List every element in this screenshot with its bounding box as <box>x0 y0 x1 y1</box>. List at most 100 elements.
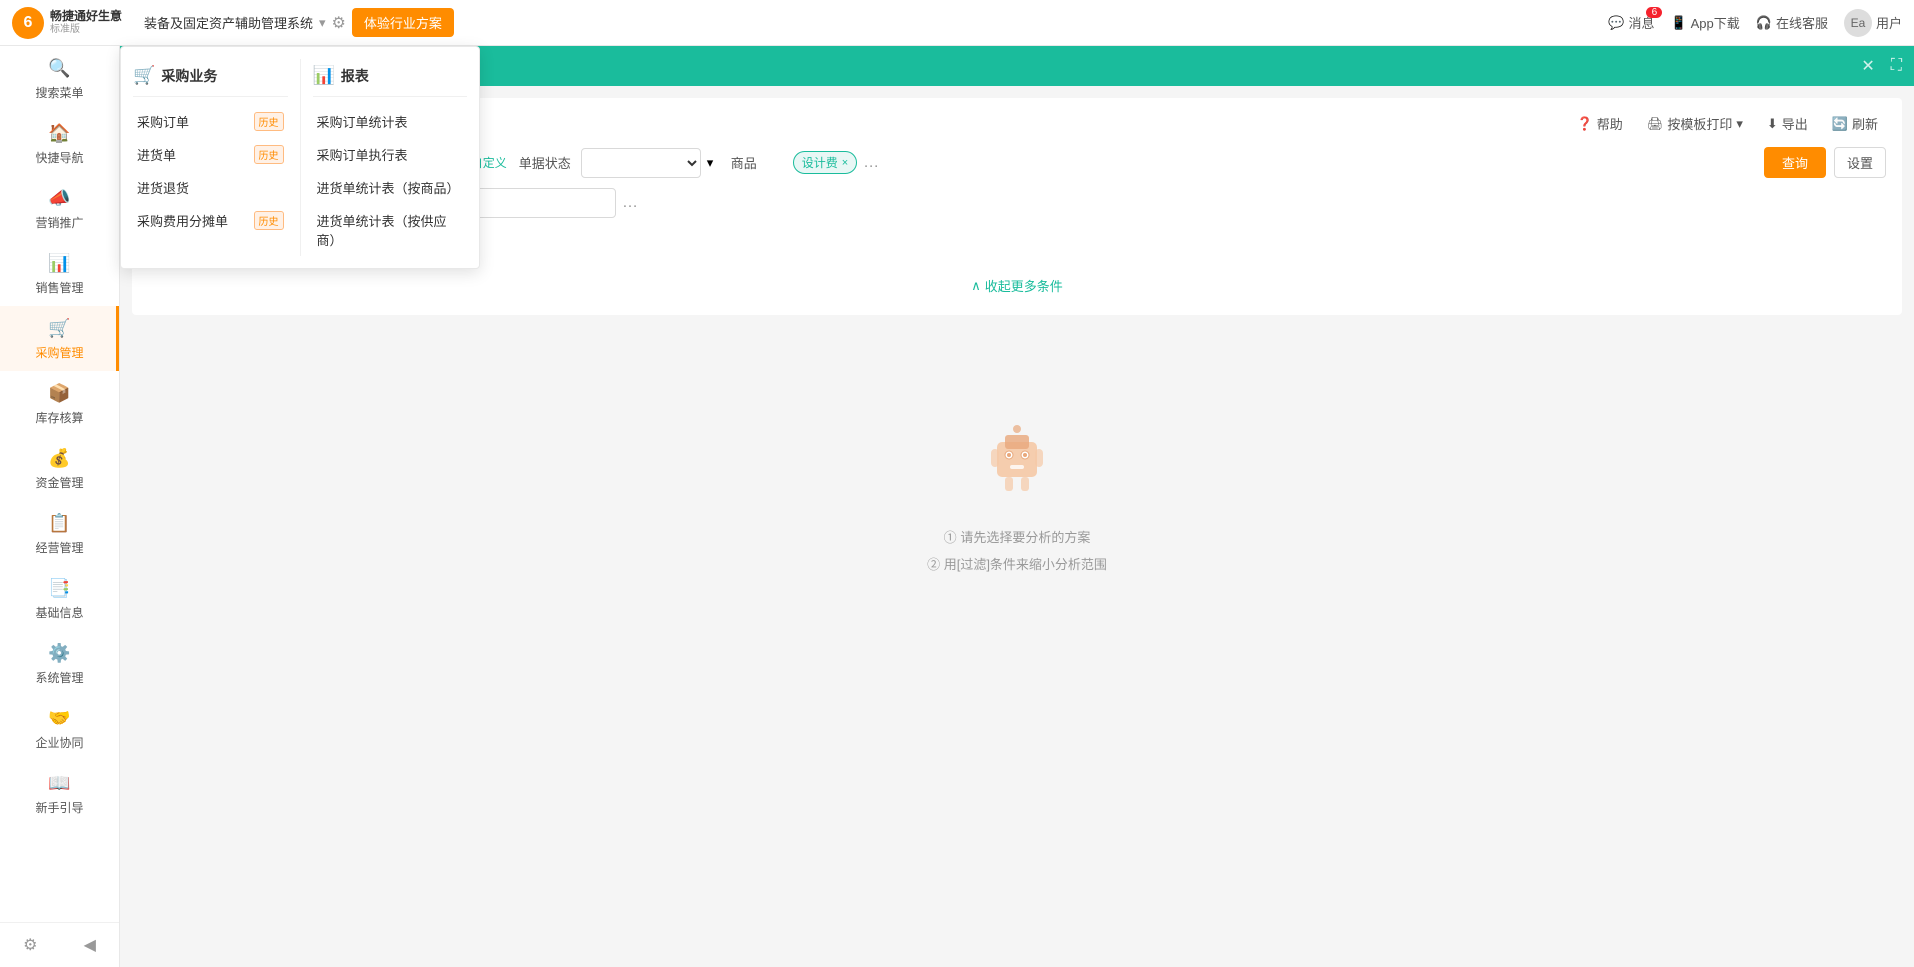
messages-button[interactable]: 💬 消息 6 <box>1608 13 1654 32</box>
phone-icon: 📱 <box>1670 15 1686 31</box>
goods-tag: 设计费 × <box>793 151 857 174</box>
sys-title-dropdown-icon[interactable]: ▾ <box>319 15 326 31</box>
dropdown-item-inbound-stats-supplier[interactable]: 进货单统计表（按供应商） <box>313 204 468 256</box>
logo-icon: 6 <box>12 7 44 39</box>
purchase-icon: 🛒 <box>48 316 72 340</box>
logo-area: 6 畅捷通好生意 标准版 <box>12 7 132 39</box>
collapse-up-icon: ∧ <box>971 278 981 294</box>
sidebar-bottom: ⚙ ◀ <box>0 922 119 967</box>
inbound-return-label: 进货退货 <box>137 178 189 197</box>
operations-icon: 📋 <box>48 511 72 535</box>
sidebar-label-sales: 销售管理 <box>35 279 83 296</box>
refresh-icon: 🔄 <box>1832 116 1848 132</box>
avatar: Ea <box>1844 9 1872 37</box>
po-exec-label: 采购订单执行表 <box>317 145 408 164</box>
sidebar-item-operations[interactable]: 📋 经营管理 <box>0 501 119 566</box>
help-icon: ❓ <box>1577 116 1593 132</box>
export-button[interactable]: ⬇ 导出 <box>1759 110 1816 137</box>
sidebar-item-guide[interactable]: 📖 新手引导 <box>0 761 119 826</box>
headset-icon: 🎧 <box>1756 15 1772 31</box>
help-label: 帮助 <box>1597 114 1623 133</box>
print-icon: 🖨 <box>1647 116 1664 132</box>
purchase-expense-hist-badge: 历史 <box>254 211 284 230</box>
sidebar-label-marketing: 营销推广 <box>35 214 83 231</box>
filter-item-goods: 商品 设计费 × … <box>731 151 931 174</box>
help-button[interactable]: ❓ 帮助 <box>1569 110 1631 137</box>
query-button[interactable]: 查询 <box>1764 147 1826 178</box>
industry-solution-button[interactable]: 体验行业方案 <box>352 8 454 37</box>
inventory-icon: 📦 <box>48 381 72 405</box>
sidebar-label-system: 系统管理 <box>35 669 83 686</box>
refresh-label: 刷新 <box>1852 114 1878 133</box>
settings-icon[interactable]: ⚙ <box>332 13 346 33</box>
tip-number-1: ① <box>944 530 957 545</box>
tab-bar-close-icon[interactable]: ✕ <box>1857 52 1878 80</box>
dropdown-item-purchase-order[interactable]: 采购订单 历史 <box>133 105 288 138</box>
dropdown-col-purchase-business: 🛒 采购业务 采购订单 历史 进货单 历史 进货退货 采购费用分摊单 历史 <box>121 59 300 256</box>
settings-bottom-button[interactable]: ⚙ <box>19 931 41 959</box>
search-icon: 🔍 <box>48 56 72 80</box>
sidebar-item-enterprise[interactable]: 🤝 企业协同 <box>0 696 119 761</box>
sys-title-area: 装备及固定资产辅助管理系统 ▾ ⚙ 体验行业方案 <box>132 8 1608 37</box>
doc-status-select[interactable] <box>581 148 701 178</box>
dropdown-item-po-exec[interactable]: 采购订单执行表 <box>313 138 468 171</box>
online-service-label: 在线客服 <box>1776 13 1828 32</box>
sidebar-item-sales[interactable]: 📊 销售管理 <box>0 241 119 306</box>
goods-label: 商品 <box>731 153 787 172</box>
sidebar-item-marketing[interactable]: 📣 营销推广 <box>0 176 119 241</box>
messages-badge: 6 <box>1646 7 1662 18</box>
tab-bar-expand-icon[interactable]: ⛶ <box>1887 53 1906 79</box>
goods-more-button[interactable]: … <box>863 154 879 172</box>
logo-sub-text: 标准版 <box>50 24 122 36</box>
sidebar-item-search[interactable]: 🔍 搜索菜单 <box>0 46 119 111</box>
sidebar-label-search: 搜索菜单 <box>35 84 83 101</box>
user-label: 用户 <box>1876 13 1902 32</box>
refresh-button[interactable]: 🔄 刷新 <box>1824 110 1886 137</box>
dropdown-item-purchase-expense[interactable]: 采购费用分摊单 历史 <box>133 204 288 237</box>
sidebar-item-capital[interactable]: 💰 资金管理 <box>0 436 119 501</box>
header-right: 💬 消息 6 📱 App下载 🎧 在线客服 Ea 用户 <box>1608 9 1902 37</box>
collapse-more-button[interactable]: ∧ 收起更多条件 <box>148 268 1886 303</box>
dropdown-item-po-stats[interactable]: 采购订单统计表 <box>313 105 468 138</box>
print-template-button[interactable]: 🖨 按模板打印 ▾ <box>1639 110 1751 137</box>
toolbar-right: ❓ 帮助 🖨 按模板打印 ▾ ⬇ 导出 🔄 <box>1569 110 1886 137</box>
purchase-business-icon: 🛒 <box>133 65 155 86</box>
goods-tag-close[interactable]: × <box>842 157 848 169</box>
collapse-sidebar-button[interactable]: ◀ <box>80 931 100 959</box>
purchase-business-title: 🛒 采购业务 <box>133 59 288 97</box>
inbound-hist-badge: 历史 <box>254 145 284 164</box>
guide-icon: 📖 <box>48 771 72 795</box>
purchase-business-label: 采购业务 <box>161 66 217 86</box>
enterprise-icon: 🤝 <box>48 706 72 730</box>
sidebar-item-system[interactable]: ⚙️ 系统管理 <box>0 631 119 696</box>
online-service-button[interactable]: 🎧 在线客服 <box>1756 13 1828 32</box>
sidebar-item-quick-nav[interactable]: 🏠 快捷导航 <box>0 111 119 176</box>
dropdown-item-inbound-stats-goods[interactable]: 进货单统计表（按商品） <box>313 171 468 204</box>
purchase-order-hist-badge: 历史 <box>254 112 284 131</box>
dropdown-col-report: 📊 报表 采购订单统计表 采购订单执行表 进货单统计表（按商品） 进货单统计表（… <box>300 59 480 256</box>
inbound-stats-goods-label: 进货单统计表（按商品） <box>317 178 460 197</box>
logo-main-text: 畅捷通好生意 <box>50 9 122 23</box>
message-icon: 💬 <box>1608 15 1624 31</box>
app-download-button[interactable]: 📱 App下载 <box>1670 13 1739 32</box>
inbound-stats-supplier-label: 进货单统计表（按供应商） <box>317 211 464 249</box>
purchase-order-label: 采购订单 <box>137 112 189 131</box>
user-button[interactable]: Ea 用户 <box>1844 9 1902 37</box>
salesperson-more-button[interactable]: … <box>622 194 638 212</box>
settings-button[interactable]: 设置 <box>1834 147 1886 178</box>
dropdown-item-inbound-return[interactable]: 进货退货 <box>133 171 288 204</box>
dropdown-item-inbound[interactable]: 进货单 历史 <box>133 138 288 171</box>
tip-number-2: ② <box>927 557 940 572</box>
basic-icon: 📑 <box>48 576 72 600</box>
export-label: 导出 <box>1782 114 1808 133</box>
export-icon: ⬇ <box>1767 116 1778 132</box>
sidebar-label-basic: 基础信息 <box>35 604 83 621</box>
sales-icon: 📊 <box>48 251 72 275</box>
sidebar-item-basic[interactable]: 📑 基础信息 <box>0 566 119 631</box>
sidebar-item-inventory[interactable]: 📦 库存核算 <box>0 371 119 436</box>
po-stats-label: 采购订单统计表 <box>317 112 408 131</box>
sidebar-item-purchase[interactable]: 🛒 采购管理 <box>0 306 119 371</box>
filter-item-doc-status: 单据状态 ▾ <box>519 148 719 178</box>
app-download-label: App下载 <box>1691 13 1740 32</box>
sidebar: 🔍 搜索菜单 🏠 快捷导航 📣 营销推广 📊 销售管理 🛒 采购管理 📦 库存核… <box>0 46 120 967</box>
